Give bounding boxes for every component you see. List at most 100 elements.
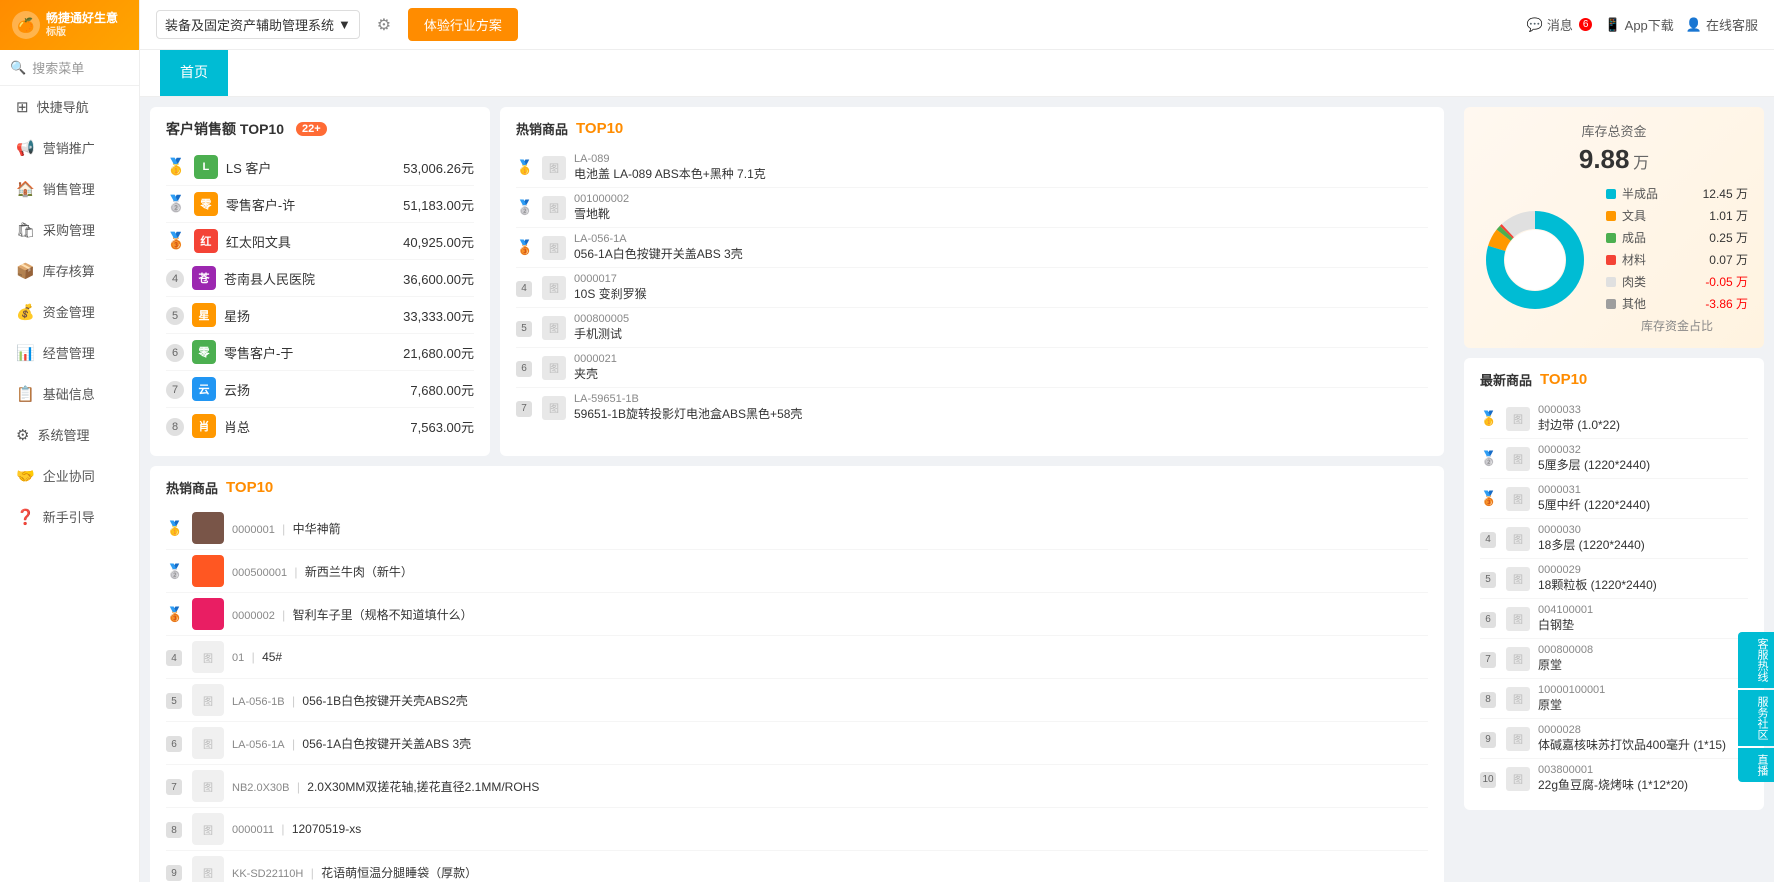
legend-dot: [1606, 233, 1616, 243]
product-info: LA-59651-1B 59651-1B旋转投影灯电池盒ABS黑色+58壳: [574, 393, 1428, 422]
product-name: 手机测试: [574, 325, 1428, 342]
app-download-button[interactable]: 📱 App下载: [1604, 15, 1673, 34]
product-code: 0000011: [232, 824, 274, 836]
sidebar: 🍊 畅捷通好生意 标版 🔍 搜索菜单 ⊞ 快捷导航 📢 营销推广 🏠 销售管理 …: [0, 0, 140, 882]
rank-medal: 8: [1480, 689, 1498, 708]
product-name: 22g鱼豆腐-烧烤味 (1*12*20): [1538, 776, 1748, 793]
product-code: LA-056-1A: [574, 233, 1428, 245]
legend-dot: [1606, 277, 1616, 287]
product-code: 0000032: [1538, 444, 1748, 456]
customer-ranking-row: 7 云 云扬 7,680.00元: [166, 371, 474, 408]
rank-medal: 5: [166, 691, 184, 710]
product-name: 59651-1B旋转投影灯电池盒ABS黑色+58壳: [574, 405, 1428, 422]
product-name: 12070519-xs: [292, 822, 361, 836]
product-code: 0000017: [574, 273, 1428, 285]
legend-value: 1.01 万: [1709, 207, 1748, 224]
left-panel: 客户销售额 TOP10 22+ 🥇 L LS 客户 53,006.26元 🥈 零…: [140, 97, 1454, 882]
product-code: 01: [232, 652, 244, 664]
product-name: 智利车子里（规格不知道填什么）: [293, 608, 473, 622]
inventory-icon: 📦: [16, 262, 35, 280]
float-btn-live[interactable]: 直播: [1738, 748, 1774, 782]
product-info: LA-056-1A | 056-1A白色按键开关盖ABS 3壳: [232, 735, 1428, 752]
hot-product-bottom-row: 4 图 01 | 45#: [166, 636, 1428, 679]
customer-avatar: 云: [192, 377, 216, 401]
sidebar-item-sales[interactable]: 🏠 销售管理: [0, 168, 139, 209]
sidebar-item-finance[interactable]: 💰 资金管理: [0, 291, 139, 332]
legend-value: 0.07 万: [1709, 251, 1748, 268]
search-menu[interactable]: 🔍 搜索菜单: [0, 50, 139, 86]
sidebar-item-purchase[interactable]: 🛍 采购管理: [0, 209, 139, 250]
sidebar-item-marketing[interactable]: 📢 营销推广: [0, 127, 139, 168]
float-buttons: 客服热线 服务社区 直播: [1738, 632, 1774, 782]
hot-product-row: 🥈 图 001000002 雪地靴: [516, 188, 1428, 228]
product-img: 图: [192, 641, 224, 673]
product-img: 图: [192, 813, 224, 845]
customer-name: 星扬: [224, 306, 395, 325]
product-name: 雪地靴: [574, 205, 1428, 222]
customer-ranking-row: 4 苍 苍南县人民医院 36,600.00元: [166, 260, 474, 297]
customer-ranking-row: 6 零 零售客户-于 21,680.00元: [166, 334, 474, 371]
customer-amount: 7,680.00元: [410, 380, 474, 399]
sidebar-item-operations[interactable]: 📊 经营管理: [0, 332, 139, 373]
message-button[interactable]: 💬 消息 6: [1527, 15, 1593, 34]
product-info: LA-056-1B | 056-1B白色按键开关壳ABS2壳: [232, 692, 1428, 709]
customer-name: 红太阳文具: [226, 232, 395, 251]
settings-gear-icon[interactable]: ⚙: [370, 11, 398, 39]
product-code: 0000030: [1538, 524, 1748, 536]
product-name: 夹壳: [574, 365, 1428, 382]
product-code: 004100001: [1538, 604, 1748, 616]
system-title-dropdown[interactable]: 装备及固定资产辅助管理系统 ▼: [156, 10, 360, 39]
customer-amount: 53,006.26元: [403, 158, 474, 177]
customer-name: 零售客户-于: [224, 343, 395, 362]
legend-value: 0.25 万: [1709, 229, 1748, 246]
legend-item: 肉类 -0.05 万: [1606, 273, 1748, 290]
customer-ranking-card: 客户销售额 TOP10 22+ 🥇 L LS 客户 53,006.26元 🥈 零…: [150, 107, 490, 456]
tab-home[interactable]: 首页: [160, 50, 228, 96]
legend-value: 12.45 万: [1703, 185, 1748, 202]
product-info: 0000017 10S 变刹罗猴: [574, 273, 1428, 302]
product-code: 0000028: [1538, 724, 1748, 736]
product-info: LA-056-1A 056-1A白色按键开关盖ABS 3壳: [574, 233, 1428, 262]
sidebar-item-collab[interactable]: 🤝 企业协同: [0, 455, 139, 496]
customer-ranking-row: 8 肖 肖总 7,563.00元: [166, 408, 474, 444]
latest-product-row: 10 图 003800001 22g鱼豆腐-烧烤味 (1*12*20): [1480, 759, 1748, 798]
top-section: 客户销售额 TOP10 22+ 🥇 L LS 客户 53,006.26元 🥈 零…: [150, 107, 1444, 456]
product-info: 000500001 | 新西兰牛肉（新牛）: [232, 563, 1428, 580]
legend-item: 材料 0.07 万: [1606, 251, 1748, 268]
product-info: NB2.0X30B | 2.0X30MM双搓花轴,搓花直径2.1MM/ROHS: [232, 778, 1428, 795]
collab-icon: 🤝: [16, 467, 35, 485]
trial-button[interactable]: 体验行业方案: [408, 8, 518, 41]
customer-amount: 7,563.00元: [410, 417, 474, 436]
legend-item: 其他 -3.86 万: [1606, 295, 1748, 312]
topbar: 装备及固定资产辅助管理系统 ▼ ⚙ 体验行业方案 💬 消息 6 📱 App下载 …: [140, 0, 1774, 50]
product-name: 原堂: [1538, 656, 1748, 673]
customer-name: 肖总: [224, 417, 402, 436]
sidebar-item-inventory[interactable]: 📦 库存核算: [0, 250, 139, 291]
product-img: 图: [192, 684, 224, 716]
sidebar-item-system[interactable]: ⚙ 系统管理: [0, 414, 139, 455]
sidebar-item-basic-info[interactable]: 📋 基础信息: [0, 373, 139, 414]
product-info: 0000011 | 12070519-xs: [232, 822, 1428, 836]
float-btn-service[interactable]: 客服热线: [1738, 632, 1774, 688]
product-img: [192, 555, 224, 587]
online-service-button[interactable]: 👤 在线客服: [1686, 15, 1758, 34]
customer-avatar: 红: [194, 229, 218, 253]
sidebar-item-guide[interactable]: ❓ 新手引导: [0, 496, 139, 537]
hot-product-bottom-row: 6 图 LA-056-1A | 056-1A白色按键开关盖ABS 3壳: [166, 722, 1428, 765]
customer-name: LS 客户: [226, 158, 395, 177]
service-icon: 👤: [1686, 17, 1702, 33]
hot-product-row: 🥉 图 LA-056-1A 056-1A白色按键开关盖ABS 3壳: [516, 228, 1428, 268]
rank-medal: 🥇: [516, 159, 534, 176]
guide-icon: ❓: [16, 508, 35, 526]
latest-product-row: 🥇 图 0000033 封边带 (1.0*22): [1480, 399, 1748, 439]
product-name: 18多层 (1220*2440): [1538, 536, 1748, 553]
float-btn-community[interactable]: 服务社区: [1738, 690, 1774, 746]
hot-products-bottom-list: 🥇 0000001 | 中华神箭 🥈 000500001 | 新西兰牛肉（新牛）…: [166, 507, 1428, 882]
product-placeholder: 图: [1506, 727, 1530, 751]
customer-amount: 51,183.00元: [403, 195, 474, 214]
legend-label: 成品: [1622, 229, 1703, 246]
sidebar-item-quicknav[interactable]: ⊞ 快捷导航: [0, 86, 139, 127]
content-area: 客户销售额 TOP10 22+ 🥇 L LS 客户 53,006.26元 🥈 零…: [140, 97, 1774, 882]
product-code: LA-089: [574, 153, 1428, 165]
customer-ranking-row: 🥈 零 零售客户-许 51,183.00元: [166, 186, 474, 223]
